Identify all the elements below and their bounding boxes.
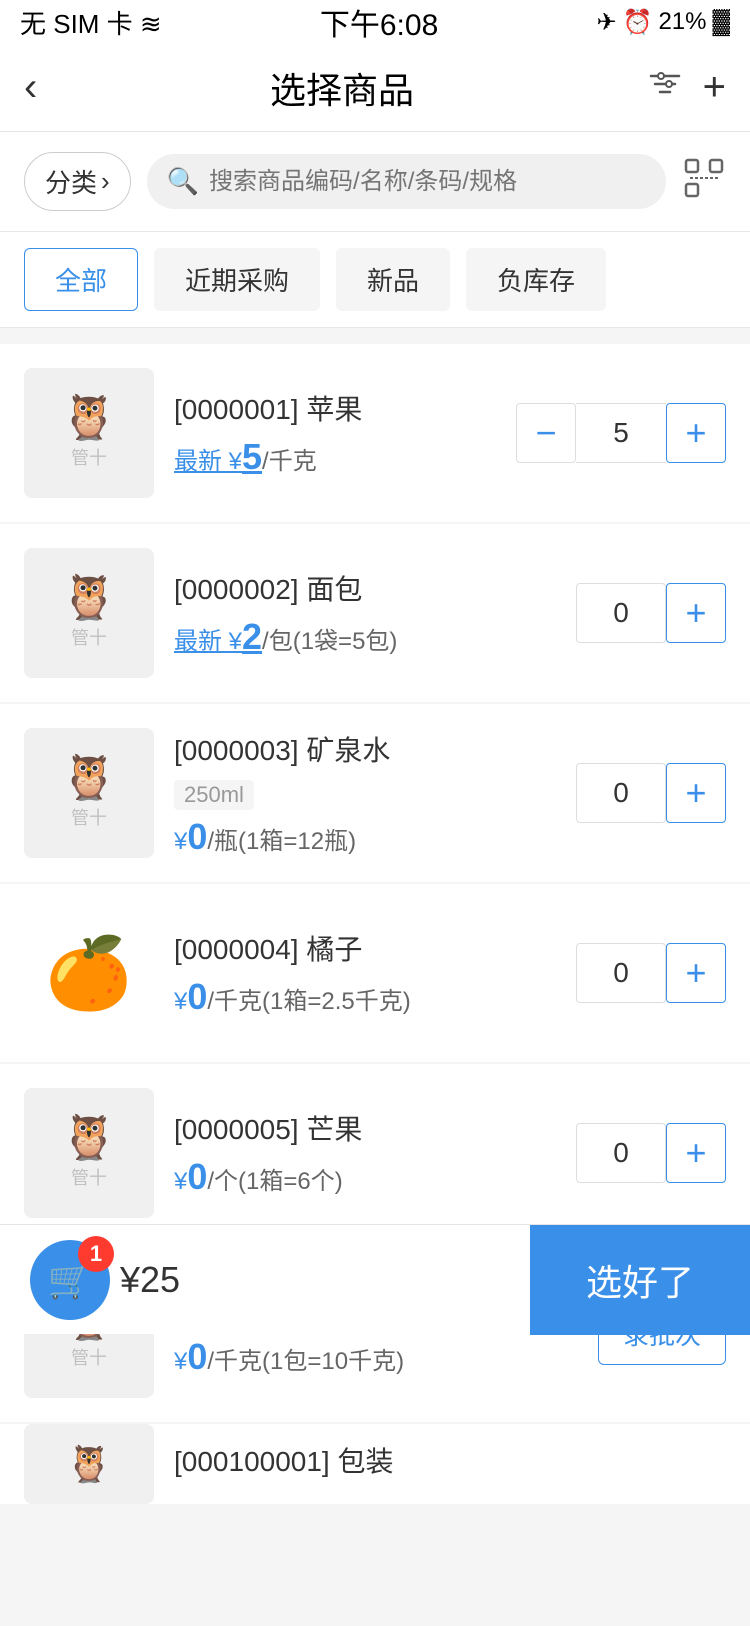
qty-minus-0000001[interactable]: − <box>516 403 576 463</box>
qty-control-0000001: − + <box>516 403 726 463</box>
qty-plus-0000002[interactable]: + <box>666 583 726 643</box>
product-price-0000006: ¥0/千克(1包=10千克) <box>174 1336 578 1378</box>
product-item-000100001: 🦉 [000100001] 包装 <box>0 1424 750 1504</box>
page-title: 选择商品 <box>270 62 414 114</box>
tab-all[interactable]: 全部 <box>24 248 138 311</box>
alarm-icon: ⏰ <box>623 8 653 37</box>
qty-control-0000002: + <box>576 583 726 643</box>
status-bar: 无 SIM 卡 ≋ 下午6:08 ✈ ⏰ 21% ▓ <box>0 0 750 44</box>
product-image-0000003: 🦉 管十 <box>24 728 154 858</box>
product-price-0000002: 最新 ¥2/包(1袋=5包) <box>174 616 556 658</box>
product-price-0000001: 最新 ¥5/千克 <box>174 436 496 478</box>
qty-input-0000005[interactable] <box>576 1123 666 1183</box>
product-price-0000004: ¥0/千克(1箱=2.5千克) <box>174 976 556 1018</box>
divider <box>0 328 750 344</box>
cart-badge: 1 <box>78 1236 114 1272</box>
product-item-0000004: 🍊 [0000004] 橘子 ¥0/千克(1箱=2.5千克) + <box>0 884 750 1062</box>
status-time: 下午6:08 <box>320 0 438 44</box>
product-item-0000003: 🦉 管十 [0000003] 矿泉水 250ml ¥0/瓶(1箱=12瓶) + <box>0 704 750 882</box>
tab-recent[interactable]: 近期采购 <box>154 248 320 311</box>
qty-plus-0000001[interactable]: + <box>666 403 726 463</box>
location-icon: ✈ <box>596 8 616 37</box>
product-name-0000005: [0000005] 芒果 <box>174 1108 556 1148</box>
cart-area: 🛒 1 ¥25 <box>0 1240 530 1320</box>
battery-text: 21% <box>658 8 706 36</box>
qty-input-0000001[interactable] <box>576 403 666 463</box>
product-price-0000003: ¥0/瓶(1箱=12瓶) <box>174 816 556 858</box>
bottom-spacer <box>0 1506 750 1626</box>
product-name-0000001: [0000001] 苹果 <box>174 388 496 428</box>
tabs-bar: 全部 近期采购 新品 负库存 <box>0 232 750 328</box>
sim-status: 无 SIM 卡 ≋ <box>20 4 162 41</box>
status-right: ✈ ⏰ 21% ▓ <box>596 8 730 37</box>
bottom-bar: 🛒 1 ¥25 选好了 <box>0 1224 750 1334</box>
qty-input-0000002[interactable] <box>576 583 666 643</box>
product-name-000100001: [000100001] 包装 <box>174 1440 726 1480</box>
search-input[interactable] <box>209 168 646 196</box>
product-image-000100001: 🦉 <box>24 1424 154 1504</box>
tab-negative[interactable]: 负库存 <box>466 248 606 311</box>
product-image-0000002: 🦉 管十 <box>24 548 154 678</box>
qty-plus-0000004[interactable]: + <box>666 943 726 1003</box>
product-info-0000004: [0000004] 橘子 ¥0/千克(1箱=2.5千克) <box>174 928 556 1018</box>
tab-new[interactable]: 新品 <box>336 248 450 311</box>
nav-actions: + <box>647 65 726 110</box>
product-info-0000005: [0000005] 芒果 ¥0/个(1箱=6个) <box>174 1108 556 1198</box>
nav-bar: ‹ 选择商品 + <box>0 44 750 132</box>
product-info-0000001: [0000001] 苹果 最新 ¥5/千克 <box>174 388 496 478</box>
confirm-button[interactable]: 选好了 <box>530 1225 750 1335</box>
product-spec-0000003: 250ml <box>174 780 254 810</box>
product-item-0000002: 🦉 管十 [0000002] 面包 最新 ¥2/包(1袋=5包) + <box>0 524 750 702</box>
search-icon: 🔍 <box>167 166 199 197</box>
product-name-0000003: [0000003] 矿泉水 <box>174 729 556 769</box>
category-button[interactable]: 分类 › <box>24 152 131 211</box>
product-price-0000005: ¥0/个(1箱=6个) <box>174 1156 556 1198</box>
product-image-0000005: 🦉 管十 <box>24 1088 154 1218</box>
product-item-0000005: 🦉 管十 [0000005] 芒果 ¥0/个(1箱=6个) + <box>0 1064 750 1242</box>
product-image-0000004: 🍊 <box>24 908 154 1038</box>
qty-control-0000003: + <box>576 763 726 823</box>
product-name-0000002: [0000002] 面包 <box>174 568 556 608</box>
qty-plus-0000005[interactable]: + <box>666 1123 726 1183</box>
search-input-wrap[interactable]: 🔍 <box>147 154 666 209</box>
add-button[interactable]: + <box>703 65 726 110</box>
status-left: 无 SIM 卡 ≋ <box>20 4 162 41</box>
qty-control-0000005: + <box>576 1123 726 1183</box>
product-info-0000002: [0000002] 面包 最新 ¥2/包(1袋=5包) <box>174 568 556 658</box>
qty-input-0000004[interactable] <box>576 943 666 1003</box>
scan-icon[interactable] <box>682 156 726 208</box>
product-item-0000001: 🦉 管十 [0000001] 苹果 最新 ¥5/千克 − + <box>0 344 750 522</box>
search-bar: 分类 › 🔍 <box>0 132 750 232</box>
product-list: 🦉 管十 [0000001] 苹果 最新 ¥5/千克 − + 🦉 管十 [000… <box>0 344 750 1626</box>
cart-total: ¥25 <box>120 1259 180 1301</box>
cart-icon[interactable]: 🛒 1 <box>30 1240 110 1320</box>
product-name-0000004: [0000004] 橘子 <box>174 928 556 968</box>
qty-input-0000003[interactable] <box>576 763 666 823</box>
back-button[interactable]: ‹ <box>24 65 37 110</box>
product-info-0000003: [0000003] 矿泉水 250ml ¥0/瓶(1箱=12瓶) <box>174 729 556 858</box>
product-image-0000001: 🦉 管十 <box>24 368 154 498</box>
battery-icon: ▓ <box>713 8 731 36</box>
filter-icon[interactable] <box>647 66 683 110</box>
product-info-000100001: [000100001] 包装 <box>174 1440 726 1488</box>
qty-plus-0000003[interactable]: + <box>666 763 726 823</box>
qty-control-0000004: + <box>576 943 726 1003</box>
